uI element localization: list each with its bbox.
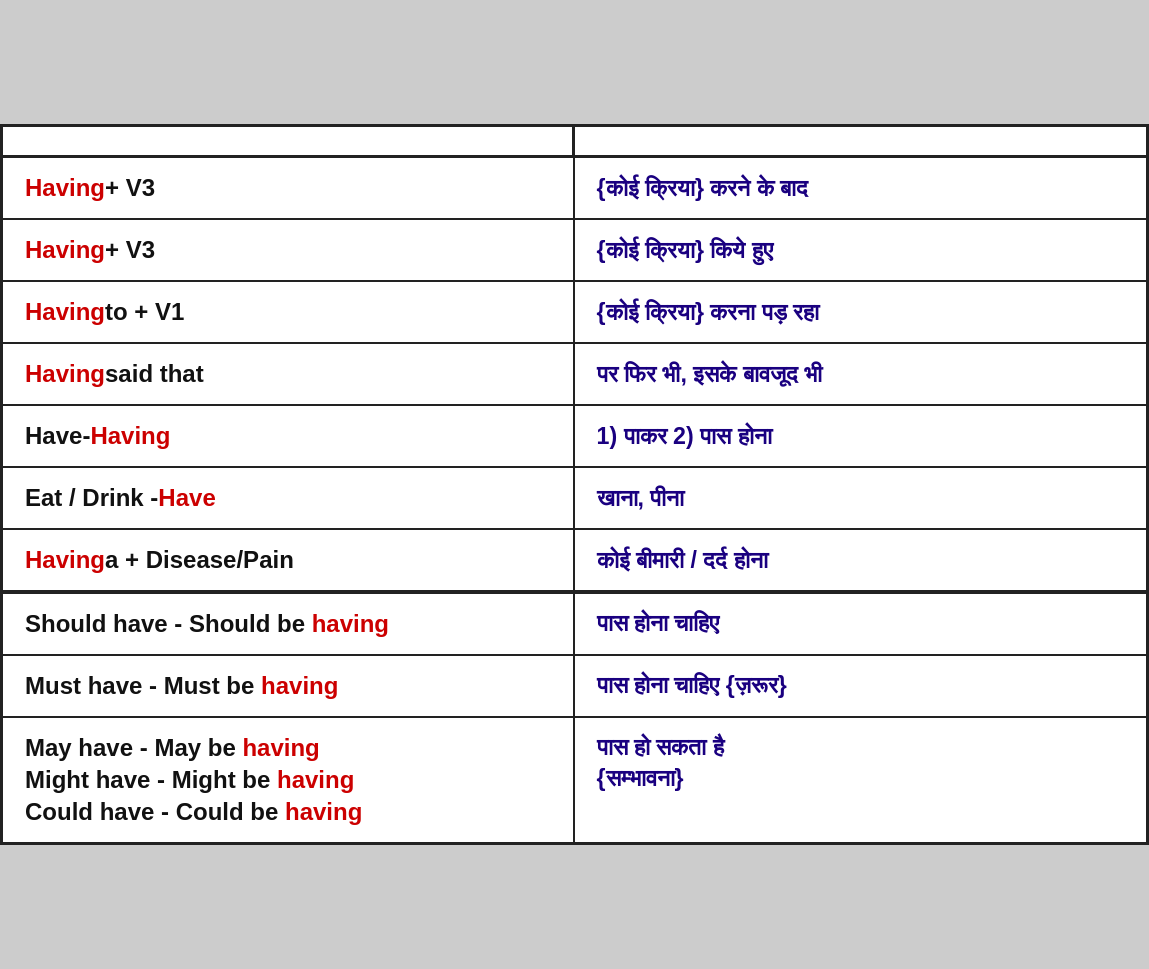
formation-text: + V3 [105, 174, 155, 202]
having-keyword: having [242, 734, 319, 761]
sentence-type-cell: {कोई क्रिया} करना पड़ रहा [575, 282, 1147, 342]
sentence-type-cell: {कोई क्रिया} किये हुए [575, 220, 1147, 280]
sentence-type-cell: {कोई क्रिया} करने के बाद [575, 158, 1147, 218]
modal-text: May have - May be [25, 734, 242, 761]
modal-formation-line: Could have - Could be having [25, 798, 362, 826]
having-keyword: having [312, 610, 389, 637]
hindi-text-line: {सम्भावना} [597, 765, 684, 792]
header-sentence-type [575, 127, 1147, 155]
formation-text: to + V1 [105, 298, 184, 326]
having-keyword: Having [25, 298, 105, 326]
having-keyword: Having [25, 174, 105, 202]
formation-text: Eat / Drink - [25, 484, 158, 512]
table-row: Having + V3{कोई क्रिया} किये हुए [3, 220, 1146, 282]
formation-cell: Have - Having [3, 406, 575, 466]
having-keyword: Having [25, 360, 105, 388]
formation-text: a + Disease/Pain [105, 546, 294, 574]
formation-cell: Having said that [3, 344, 575, 404]
table-row: Having said thatपर फिर भी, इसके बावजूद भ… [3, 344, 1146, 406]
formation-cell: Having + V3 [3, 158, 575, 218]
hindi-text-line: पास होना चाहिए {ज़रूर} [597, 672, 787, 699]
having-keyword: having [277, 766, 354, 793]
formation-text: - [82, 422, 90, 450]
modal-rows: Should have - Should be having पास होना च… [3, 590, 1146, 842]
modal-formation-line: Might have - Might be having [25, 766, 354, 794]
modal-formation-cell: Should have - Should be having [3, 594, 575, 654]
having-keyword: having [285, 798, 362, 825]
table-row: Having to + V1{कोई क्रिया} करना पड़ रहा [3, 282, 1146, 344]
modal-text: Could have - Could be [25, 798, 285, 825]
modal-row: May have - May be havingMight have - Mig… [3, 718, 1146, 842]
hindi-text-line: पास हो सकता है [597, 734, 724, 761]
regular-rows: Having + V3{कोई क्रिया} करने के बादHavin… [3, 158, 1146, 590]
modal-formation-line: Must have - Must be having [25, 672, 338, 700]
modal-text: Should have - Should be [25, 610, 312, 637]
header-formation [3, 127, 575, 155]
formation-text: said that [105, 360, 204, 388]
modal-row: Must have - Must be having पास होना चाहिए… [3, 656, 1146, 718]
formation-cell: Having a + Disease/Pain [3, 530, 575, 590]
modal-formation-line: May have - May be having [25, 734, 320, 762]
modal-sentence-type-cell: पास होना चाहिए {ज़रूर} [575, 656, 1147, 716]
modal-text: Might have - Might be [25, 766, 277, 793]
formation-cell: Eat / Drink - Have [3, 468, 575, 528]
having-keyword: Having [25, 236, 105, 264]
modal-sentence-type-cell: पास हो सकता है {सम्भावना} [575, 718, 1147, 842]
having-keyword: Have [158, 484, 215, 512]
table-row: Have - Having1) पाकर 2) पास होना [3, 406, 1146, 468]
having-keyword: having [261, 672, 338, 699]
sentence-type-cell: पर फिर भी, इसके बावजूद भी [575, 344, 1147, 404]
modal-row: Should have - Should be having पास होना च… [3, 590, 1146, 656]
header-row [3, 127, 1146, 158]
modal-text: Must have - Must be [25, 672, 261, 699]
modal-formation-cell: May have - May be havingMight have - Mig… [3, 718, 575, 842]
sentence-type-cell: 1) पाकर 2) पास होना [575, 406, 1147, 466]
table-row: Eat / Drink - Haveखाना, पीना [3, 468, 1146, 530]
formation-cell: Having to + V1 [3, 282, 575, 342]
having-keyword: Having [90, 422, 170, 450]
sentence-type-cell: कोई बीमारी / दर्द होना [575, 530, 1147, 590]
main-table: Having + V3{कोई क्रिया} करने के बादHavin… [0, 124, 1149, 845]
formation-text: Have [25, 422, 82, 450]
hindi-text-line: पास होना चाहिए [597, 610, 720, 637]
modal-formation-cell: Must have - Must be having [3, 656, 575, 716]
table-row: Having a + Disease/Painकोई बीमारी / दर्द… [3, 530, 1146, 590]
modal-formation-line: Should have - Should be having [25, 610, 389, 638]
formation-cell: Having + V3 [3, 220, 575, 280]
sentence-type-cell: खाना, पीना [575, 468, 1147, 528]
formation-text: + V3 [105, 236, 155, 264]
table-row: Having + V3{कोई क्रिया} करने के बाद [3, 158, 1146, 220]
having-keyword: Having [25, 546, 105, 574]
modal-sentence-type-cell: पास होना चाहिए [575, 594, 1147, 654]
